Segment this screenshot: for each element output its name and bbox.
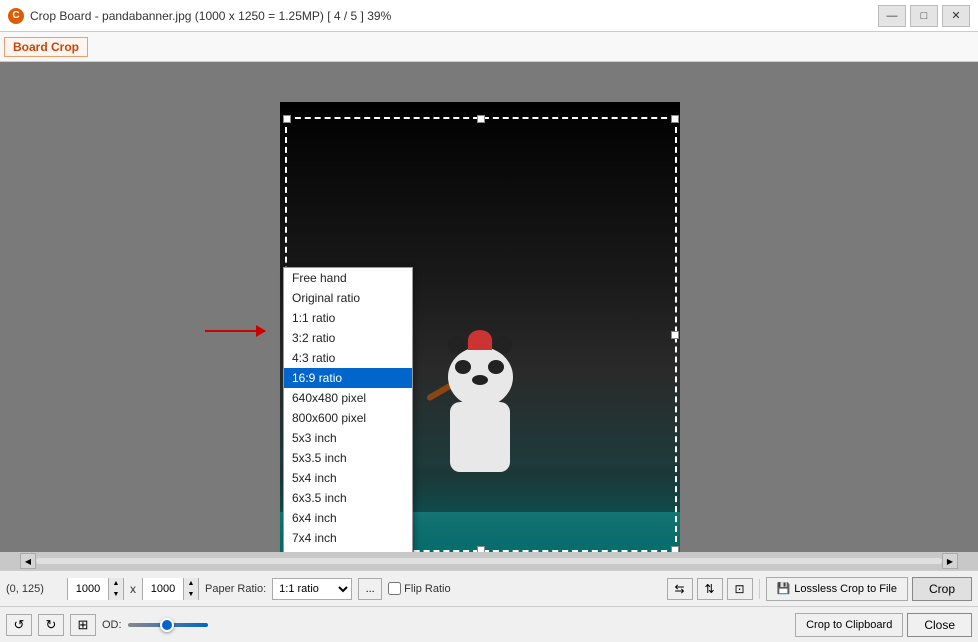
app-icon: C (8, 8, 24, 24)
flip-vertical-button[interactable]: ⇅ (697, 578, 723, 600)
dropdown-item[interactable]: 640x480 pixel (284, 388, 412, 408)
height-spin-arrows: ▲ ▼ (183, 578, 198, 600)
main-canvas-area: Free handOriginal ratio1:1 ratio3:2 rati… (0, 62, 978, 552)
width-spinbox[interactable]: ▲ ▼ (67, 578, 124, 600)
panda-eye-right (488, 360, 504, 374)
close-window-button[interactable]: ✕ (942, 5, 970, 27)
width-input[interactable] (68, 578, 108, 600)
scroll-track[interactable] (36, 558, 942, 564)
width-spin-arrows: ▲ ▼ (108, 578, 123, 600)
scroll-left-button[interactable]: ◀ (20, 553, 36, 569)
flip-ratio-checkbox[interactable] (388, 582, 401, 595)
panda-nose (472, 375, 488, 385)
window-controls: — □ ✕ (878, 5, 970, 27)
dropdown-item[interactable]: 4:3 ratio (284, 348, 412, 368)
height-input[interactable] (143, 578, 183, 600)
bottom-toolbar-1: (0, 125) ▲ ▼ x ▲ ▼ Paper Ratio: 1:1 rati… (0, 570, 978, 606)
height-spin-up[interactable]: ▲ (184, 578, 198, 589)
dropdown-item[interactable]: 5x4 inch (284, 468, 412, 488)
more-options-button[interactable]: ... (358, 578, 382, 600)
dropdown-item[interactable]: Original ratio (284, 288, 412, 308)
flip-ratio-label: Flip Ratio (404, 583, 450, 595)
right-buttons: ⇆ ⇅ ⊡ 💾 Lossless Crop to File Crop (667, 577, 972, 601)
flip-horizontal-button[interactable]: ⇆ (667, 578, 693, 600)
panda-figure (420, 312, 540, 472)
dropdown-item[interactable]: 6x3.5 inch (284, 488, 412, 508)
separator-1 (759, 579, 760, 599)
paper-ratio-select[interactable]: 1:1 ratio4:3 ratio16:9 ratioFree hand (272, 578, 352, 600)
fit-button[interactable]: ⊡ (727, 578, 753, 600)
horizontal-scrollbar[interactable]: ◀ ▶ (0, 552, 978, 570)
bottom-toolbar-2: ↺ ↻ ⊞ OD: Crop to Clipboard Close (0, 606, 978, 642)
dropdown-item[interactable]: 7x5 inch (284, 548, 412, 552)
dropdown-item[interactable]: 800x600 pixel (284, 408, 412, 428)
panda-hat (468, 330, 492, 350)
dropdown-item[interactable]: 3:2 ratio (284, 328, 412, 348)
dropdown-item[interactable]: 1:1 ratio (284, 308, 412, 328)
dropdown-item[interactable]: 6x4 inch (284, 508, 412, 528)
maximize-button[interactable]: □ (910, 5, 938, 27)
panda-body (450, 402, 510, 472)
board-crop-label: Board Crop (4, 37, 88, 57)
title-bar: C Crop Board - pandabanner.jpg (1000 x 1… (0, 0, 978, 32)
width-spin-down[interactable]: ▼ (109, 589, 123, 600)
width-spin-up[interactable]: ▲ (109, 578, 123, 589)
arrow-indicator (205, 330, 265, 332)
dropdown-item[interactable]: 5x3 inch (284, 428, 412, 448)
height-spin-down[interactable]: ▼ (184, 589, 198, 600)
coordinate-display: (0, 125) (6, 583, 61, 595)
flip-ratio-area: Flip Ratio (388, 582, 450, 595)
times-symbol: x (130, 582, 136, 596)
arrow-line (205, 330, 265, 332)
ratio-dropdown-menu: Free handOriginal ratio1:1 ratio3:2 rati… (283, 267, 413, 552)
title-bar-text: Crop Board - pandabanner.jpg (1000 x 125… (30, 9, 878, 23)
paper-ratio-label: Paper Ratio: (205, 583, 266, 595)
crop-button[interactable]: Crop (912, 577, 972, 601)
dropdown-item[interactable]: Free hand (284, 268, 412, 288)
lossless-crop-button[interactable]: 💾 Lossless Crop to File (766, 577, 908, 601)
height-spinbox[interactable]: ▲ ▼ (142, 578, 199, 600)
panda-eye-left (455, 360, 471, 374)
top-toolbar: Board Crop (0, 32, 978, 62)
dropdown-item[interactable]: 7x4 inch (284, 528, 412, 548)
disk-icon: 💾 (777, 582, 791, 595)
dropdown-item[interactable]: 5x3.5 inch (284, 448, 412, 468)
minimize-button[interactable]: — (878, 5, 906, 27)
dropdown-item[interactable]: 16:9 ratio (284, 368, 412, 388)
scroll-right-button[interactable]: ▶ (942, 553, 958, 569)
